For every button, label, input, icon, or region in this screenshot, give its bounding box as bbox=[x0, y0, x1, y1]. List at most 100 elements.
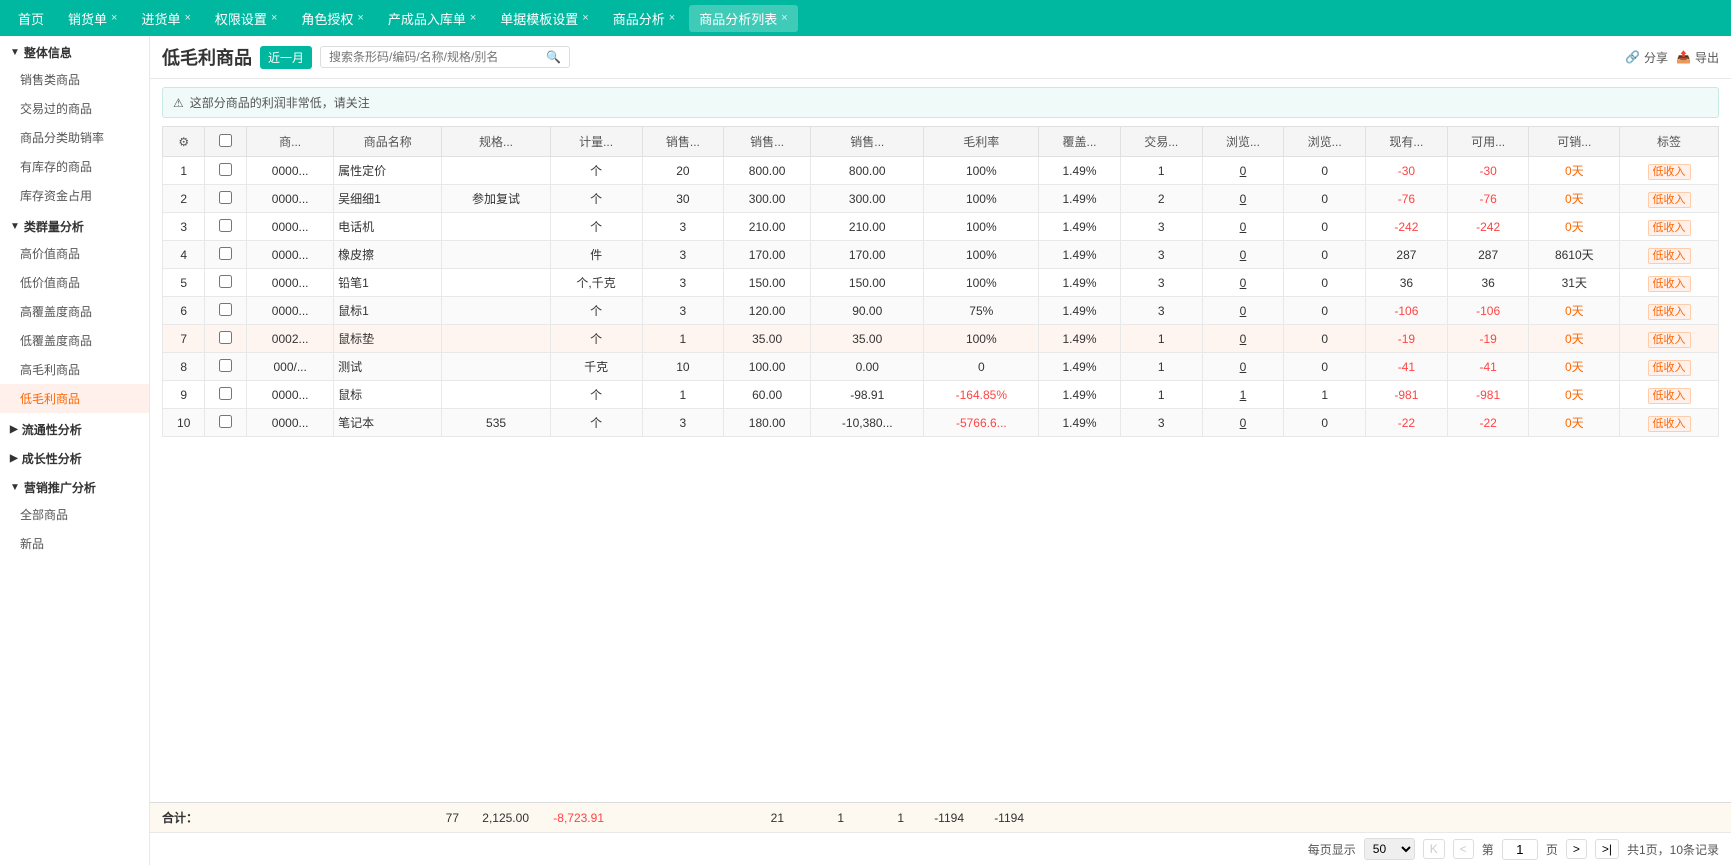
nav-close-icon[interactable]: × bbox=[470, 12, 476, 24]
row-checkbox[interactable] bbox=[219, 387, 232, 400]
col-trade-header[interactable]: 交易... bbox=[1120, 127, 1202, 157]
col-browse1-header[interactable]: 浏览... bbox=[1202, 127, 1284, 157]
row-checkbox[interactable] bbox=[219, 359, 232, 372]
nav-close-icon[interactable]: × bbox=[582, 12, 588, 24]
nav-product-warehousing[interactable]: 产成品入库单 × bbox=[378, 5, 486, 32]
sidebar-item-low-value[interactable]: 低价值商品 bbox=[0, 268, 149, 297]
nav-close-icon[interactable]: × bbox=[271, 12, 277, 24]
row-browse1[interactable]: 0 bbox=[1202, 157, 1284, 185]
search-input[interactable] bbox=[329, 50, 542, 64]
col-coverage-header[interactable]: 覆盖... bbox=[1039, 127, 1121, 157]
nav-template-settings[interactable]: 单据模板设置 × bbox=[490, 5, 598, 32]
col-unit-header[interactable]: 计量... bbox=[550, 127, 642, 157]
row-checkbox[interactable] bbox=[219, 275, 232, 288]
sidebar-group-growth[interactable]: ▶ 成长性分析 bbox=[0, 442, 149, 471]
nav-purchase-order[interactable]: 进货单 × bbox=[131, 5, 200, 32]
nav-close-icon[interactable]: × bbox=[184, 12, 190, 24]
sidebar-group-overall[interactable]: ▼ 整体信息 bbox=[0, 36, 149, 65]
row-browse1[interactable]: 0 bbox=[1202, 269, 1284, 297]
sidebar-item-low-coverage[interactable]: 低覆盖度商品 bbox=[0, 326, 149, 355]
col-available-header[interactable]: 可用... bbox=[1447, 127, 1529, 157]
row-browse1[interactable]: 0 bbox=[1202, 213, 1284, 241]
row-checkbox[interactable] bbox=[219, 163, 232, 176]
sidebar-item-high-coverage[interactable]: 高覆盖度商品 bbox=[0, 297, 149, 326]
sidebar-group-flow[interactable]: ▶ 流通性分析 bbox=[0, 413, 149, 442]
nav-product-analysis[interactable]: 商品分析 × bbox=[603, 5, 685, 32]
sidebar-item-category-rate[interactable]: 商品分类助销率 bbox=[0, 123, 149, 152]
select-all-checkbox[interactable] bbox=[219, 134, 232, 147]
sidebar-item-new-products[interactable]: 新品 bbox=[0, 529, 149, 558]
table-wrapper: ⚙ 商... 商品名称 规格... 计量... 销售... 销售... 销售..… bbox=[150, 118, 1731, 802]
nav-role-auth[interactable]: 角色授权 × bbox=[291, 5, 373, 32]
col-name-header[interactable]: 商品名称 bbox=[334, 127, 442, 157]
row-checkbox-cell[interactable] bbox=[205, 185, 247, 213]
row-checkbox-cell[interactable] bbox=[205, 269, 247, 297]
row-checkbox[interactable] bbox=[219, 415, 232, 428]
page-size-select[interactable]: 50 20 100 bbox=[1364, 838, 1415, 860]
sidebar-item-sales-products[interactable]: 销售类商品 bbox=[0, 65, 149, 94]
nav-product-analysis-list[interactable]: 商品分析列表 × bbox=[689, 5, 797, 32]
time-filter-button[interactable]: 近一月 bbox=[260, 46, 312, 69]
col-qty-header[interactable]: 销售... bbox=[642, 127, 724, 157]
nav-close-icon[interactable]: × bbox=[111, 12, 117, 24]
sidebar-item-high-margin[interactable]: 高毛利商品 bbox=[0, 355, 149, 384]
page-number-input[interactable] bbox=[1502, 839, 1538, 860]
row-gross-rate: 100% bbox=[924, 325, 1039, 353]
sidebar-group-marketing[interactable]: ▼ 营销推广分析 bbox=[0, 471, 149, 500]
row-checkbox[interactable] bbox=[219, 191, 232, 204]
row-browse1[interactable]: 0 bbox=[1202, 241, 1284, 269]
row-unit: 个 bbox=[550, 213, 642, 241]
nav-close-icon[interactable]: × bbox=[669, 12, 675, 24]
nav-close-icon[interactable]: × bbox=[357, 12, 363, 24]
next-page-button[interactable]: > bbox=[1566, 839, 1587, 859]
col-browse2-header[interactable]: 浏览... bbox=[1284, 127, 1366, 157]
col-tag-header[interactable]: 标签 bbox=[1620, 127, 1719, 157]
col-amount-header[interactable]: 销售... bbox=[811, 127, 924, 157]
col-settings[interactable]: ⚙ bbox=[163, 127, 205, 157]
nav-home[interactable]: 首页 bbox=[8, 5, 54, 32]
row-checkbox-cell[interactable] bbox=[205, 381, 247, 409]
col-code-header[interactable]: 商... bbox=[247, 127, 334, 157]
row-index: 7 bbox=[163, 325, 205, 353]
last-page-button[interactable]: >| bbox=[1595, 839, 1619, 859]
prev-page-button[interactable]: < bbox=[1453, 839, 1474, 859]
row-checkbox-cell[interactable] bbox=[205, 353, 247, 381]
share-button[interactable]: 🔗 分享 bbox=[1625, 49, 1668, 66]
row-checkbox-cell[interactable] bbox=[205, 157, 247, 185]
search-icon[interactable]: 🔍 bbox=[546, 50, 561, 64]
col-saleable-header[interactable]: 可销... bbox=[1529, 127, 1620, 157]
row-browse1[interactable]: 0 bbox=[1202, 353, 1284, 381]
row-checkbox-cell[interactable] bbox=[205, 297, 247, 325]
nav-permissions[interactable]: 权限设置 × bbox=[205, 5, 287, 32]
row-browse1[interactable]: 0 bbox=[1202, 409, 1284, 437]
row-checkbox[interactable] bbox=[219, 331, 232, 344]
sidebar-item-high-value[interactable]: 高价值商品 bbox=[0, 239, 149, 268]
col-stock-header[interactable]: 现有... bbox=[1366, 127, 1448, 157]
col-spec-header[interactable]: 规格... bbox=[442, 127, 550, 157]
nav-sales-order[interactable]: 销货单 × bbox=[58, 5, 127, 32]
row-qty: 30 bbox=[642, 185, 724, 213]
first-page-button[interactable]: K bbox=[1423, 839, 1445, 859]
row-browse1[interactable]: 0 bbox=[1202, 297, 1284, 325]
col-price-header[interactable]: 销售... bbox=[724, 127, 811, 157]
col-gross-rate-header[interactable]: 毛利率 bbox=[924, 127, 1039, 157]
row-checkbox-cell[interactable] bbox=[205, 409, 247, 437]
row-browse1[interactable]: 0 bbox=[1202, 185, 1284, 213]
row-checkbox[interactable] bbox=[219, 247, 232, 260]
row-checkbox-cell[interactable] bbox=[205, 325, 247, 353]
row-checkbox[interactable] bbox=[219, 219, 232, 232]
sidebar-item-traded-products[interactable]: 交易过的商品 bbox=[0, 94, 149, 123]
settings-icon[interactable]: ⚙ bbox=[178, 135, 189, 149]
row-browse1[interactable]: 0 bbox=[1202, 325, 1284, 353]
row-browse1[interactable]: 1 bbox=[1202, 381, 1284, 409]
sidebar-item-all-products[interactable]: 全部商品 bbox=[0, 500, 149, 529]
sidebar-item-low-margin[interactable]: 低毛利商品 bbox=[0, 384, 149, 413]
export-button[interactable]: 📤 导出 bbox=[1676, 49, 1719, 66]
row-checkbox-cell[interactable] bbox=[205, 241, 247, 269]
sidebar-group-cluster[interactable]: ▼ 类群量分析 bbox=[0, 210, 149, 239]
nav-close-icon[interactable]: × bbox=[781, 12, 787, 24]
sidebar-item-stock-capital[interactable]: 库存资金占用 bbox=[0, 181, 149, 210]
row-checkbox-cell[interactable] bbox=[205, 213, 247, 241]
sidebar-item-in-stock[interactable]: 有库存的商品 bbox=[0, 152, 149, 181]
row-checkbox[interactable] bbox=[219, 303, 232, 316]
